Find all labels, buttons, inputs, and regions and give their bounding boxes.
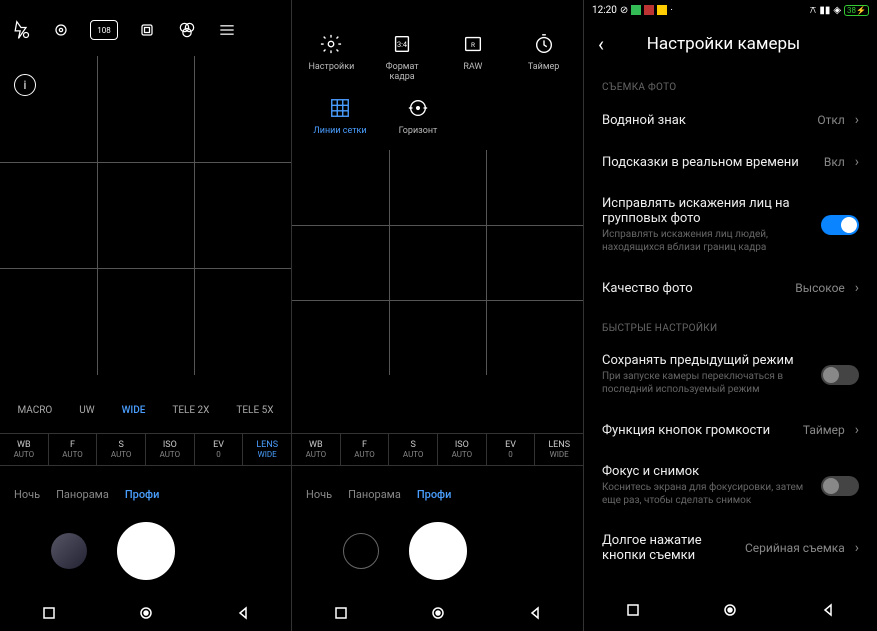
section-title-photo: СЪЕМКА ФОТО — [584, 68, 877, 99]
shutter-button[interactable] — [409, 522, 467, 580]
zoom-row: MACRO UW WIDE TELE 2X TELE 5X — [0, 405, 291, 416]
setting-volume-keys[interactable]: Функция кнопок громкости Таймер › — [584, 409, 877, 451]
pro-lens[interactable]: LENSWIDE — [243, 434, 291, 465]
timer-button[interactable]: Таймер — [514, 30, 574, 82]
pro-s[interactable]: SAUTO — [97, 434, 146, 465]
pro-iso[interactable]: ISOAUTO — [438, 434, 487, 465]
chevron-right-icon: › — [855, 112, 859, 128]
chevron-right-icon: › — [855, 154, 859, 170]
gallery-thumbnail[interactable] — [51, 533, 87, 569]
status-app-icon — [644, 5, 654, 15]
horizon-button[interactable]: Горизонт — [388, 94, 448, 136]
viewfinder[interactable] — [292, 150, 583, 375]
pro-f[interactable]: FAUTO — [49, 434, 98, 465]
mode-night[interactable]: Ночь — [14, 488, 40, 501]
status-more-icon: · — [670, 5, 673, 16]
filter-icon[interactable] — [176, 19, 198, 41]
ai-icon[interactable] — [136, 19, 158, 41]
nav-home-icon[interactable] — [139, 606, 153, 620]
shutter-area — [0, 511, 291, 591]
settings-subrow: Линии сетки Горизонт — [292, 88, 583, 142]
top-icon-bar: 108 — [0, 0, 291, 56]
toggle-focus-shoot[interactable] — [821, 476, 859, 496]
mode-pro[interactable]: Профи — [125, 488, 160, 501]
pro-ev[interactable]: EV0 — [195, 434, 244, 465]
pro-ev[interactable]: EV0 — [487, 434, 536, 465]
modes-row[interactable]: Ночь Панорама Профи — [0, 488, 291, 501]
chevron-right-icon: › — [855, 422, 859, 438]
modes-row[interactable]: Ночь Панорама Профи — [292, 488, 583, 501]
android-navbar — [584, 595, 877, 625]
page-title: Настройки камеры — [618, 34, 829, 54]
settings-button[interactable]: Настройки — [301, 30, 361, 82]
toggle-keep-mode[interactable] — [821, 365, 859, 385]
setting-watermark[interactable]: Водяной знак Откл › — [584, 99, 877, 141]
setting-distortion[interactable]: Исправлять искажения лиц на групповых фо… — [584, 183, 877, 267]
nav-home-icon[interactable] — [431, 606, 445, 620]
setting-hints[interactable]: Подсказки в реальном времени Вкл › — [584, 141, 877, 183]
status-time: 12:20 — [592, 5, 617, 16]
mode-night[interactable]: Ночь — [306, 488, 332, 501]
chevron-right-icon: › — [855, 280, 859, 296]
shutter-area — [292, 511, 583, 591]
status-dnd-icon: ⊘ — [620, 5, 628, 16]
back-button[interactable]: ‹ — [598, 32, 604, 56]
pro-s[interactable]: SAUTO — [389, 434, 438, 465]
zoom-tele5x[interactable]: TELE 5X — [236, 405, 273, 416]
resolution-badge[interactable]: 108 — [90, 20, 118, 40]
flash-icon[interactable] — [10, 19, 32, 41]
nav-recent-icon[interactable] — [626, 603, 640, 617]
pro-wb[interactable]: WBAUTO — [292, 434, 341, 465]
viewfinder[interactable] — [0, 56, 291, 375]
signal-icon: ▮▮ — [819, 5, 830, 16]
nav-back-icon[interactable] — [821, 603, 835, 617]
aspect-button[interactable]: 3:4 Формат кадра — [372, 30, 432, 82]
zoom-uw[interactable]: UW — [79, 405, 94, 416]
mode-panorama[interactable]: Панорама — [348, 488, 401, 501]
battery-icon: 38⚡ — [844, 5, 869, 16]
pro-params-row: WBAUTO FAUTO SAUTO ISOAUTO EV0 LENSWIDE — [292, 433, 583, 466]
zoom-macro[interactable]: MACRO — [17, 405, 52, 416]
pro-iso[interactable]: ISOAUTO — [146, 434, 195, 465]
status-app-icon — [657, 5, 667, 15]
pro-params-row: WBAUTO FAUTO SAUTO ISOAUTO EV0 LENSWIDE — [0, 433, 291, 466]
settings-header: ‹ Настройки камеры — [584, 20, 877, 68]
chevron-right-icon: › — [855, 540, 859, 556]
svg-text:3:4: 3:4 — [397, 40, 407, 49]
status-app-icon — [631, 5, 641, 15]
eye-icon[interactable] — [50, 19, 72, 41]
zoom-tele2x[interactable]: TELE 2X — [172, 405, 209, 416]
nav-home-icon[interactable] — [723, 603, 737, 617]
android-navbar — [0, 601, 291, 625]
toggle-distortion[interactable] — [821, 215, 859, 235]
section-title-quick: БЫСТРЫЕ НАСТРОЙКИ — [584, 309, 877, 340]
wifi-icon: ◈ — [833, 5, 841, 16]
nav-back-icon[interactable] — [236, 606, 250, 620]
settings-icons-row: Настройки 3:4 Формат кадра R RAW Таймер — [292, 0, 583, 88]
raw-button[interactable]: R RAW — [443, 30, 503, 82]
setting-quality[interactable]: Качество фото Высокое › — [584, 267, 877, 309]
android-navbar — [292, 601, 583, 625]
gallery-thumbnail[interactable] — [343, 533, 379, 569]
setting-keep-mode[interactable]: Сохранять предыдущий режим При запуске к… — [584, 340, 877, 409]
setting-long-press[interactable]: Долгое нажатие кнопки съемки Серийная съ… — [584, 520, 877, 576]
zoom-wide[interactable]: WIDE — [122, 405, 146, 416]
mode-panorama[interactable]: Панорама — [56, 488, 109, 501]
bluetooth-icon: ⚻ — [810, 5, 817, 16]
gridlines-button[interactable]: Линии сетки — [310, 94, 370, 136]
mode-pro[interactable]: Профи — [417, 488, 452, 501]
svg-text:R: R — [471, 41, 475, 49]
nav-recent-icon[interactable] — [334, 606, 348, 620]
pro-f[interactable]: FAUTO — [341, 434, 390, 465]
pro-wb[interactable]: WBAUTO — [0, 434, 49, 465]
nav-back-icon[interactable] — [528, 606, 542, 620]
menu-icon[interactable] — [216, 19, 238, 41]
nav-recent-icon[interactable] — [42, 606, 56, 620]
shutter-button[interactable] — [117, 522, 175, 580]
status-bar: 12:20 ⊘ · ⚻ ▮▮ ◈ 38⚡ — [584, 0, 877, 20]
pro-lens[interactable]: LENSWIDE — [535, 434, 583, 465]
setting-focus-shoot[interactable]: Фокус и снимок Коснитесь экрана для фоку… — [584, 451, 877, 520]
